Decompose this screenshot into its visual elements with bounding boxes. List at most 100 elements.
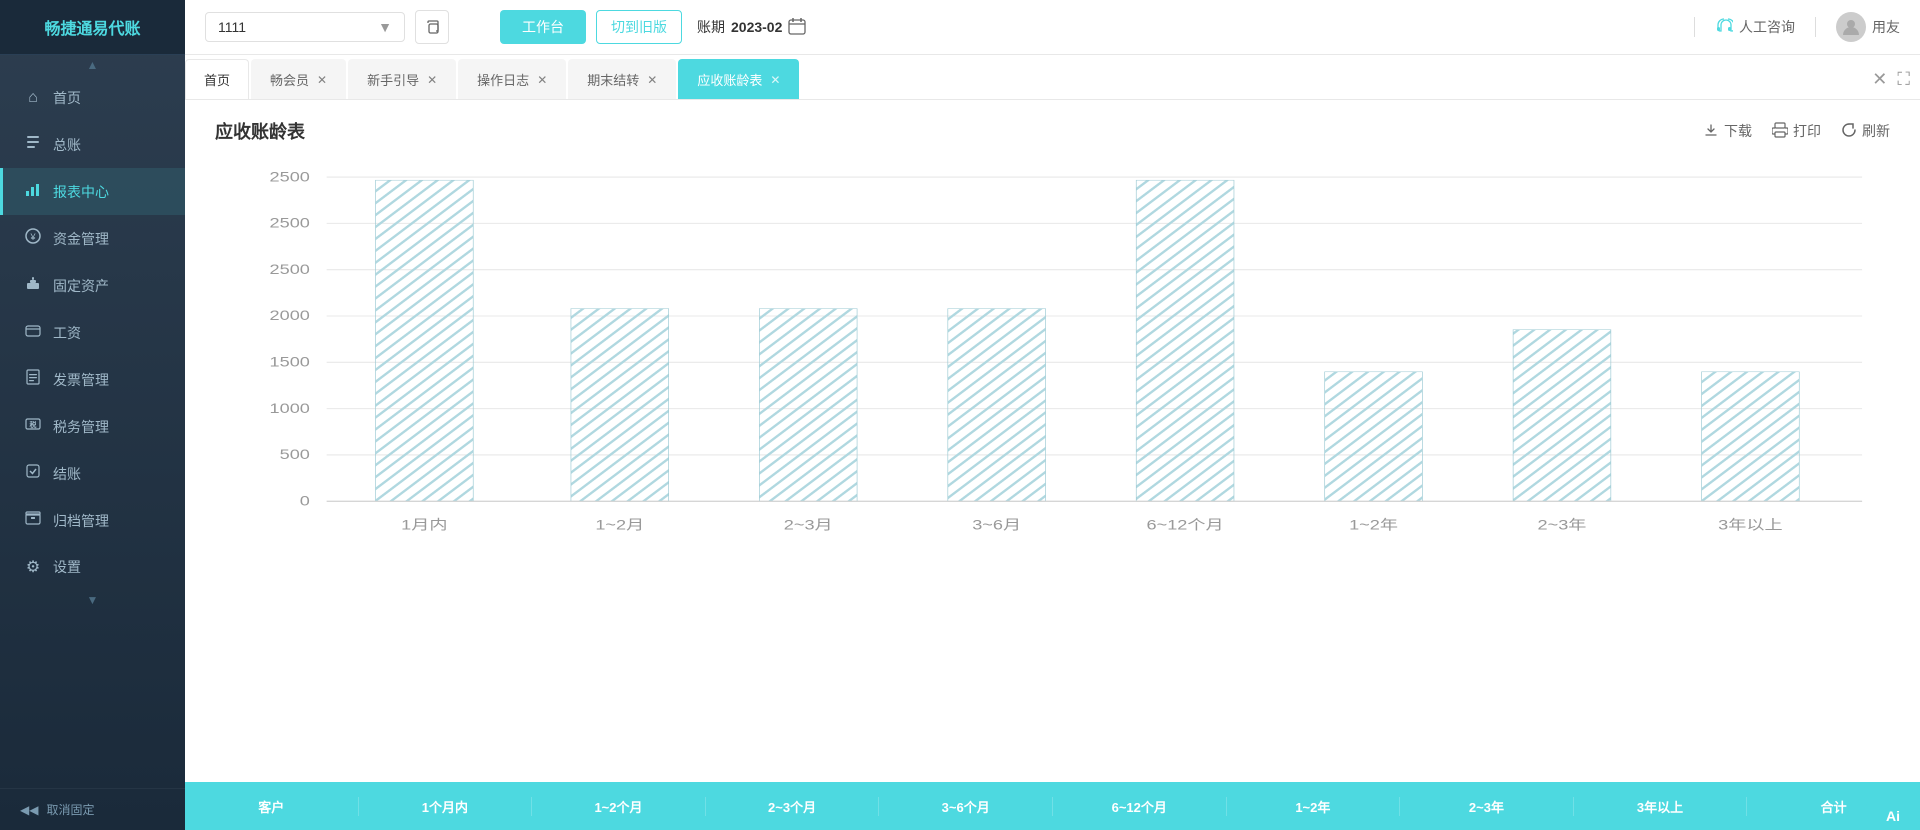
tab-period-end[interactable]: 期末结转 ✕ (568, 59, 676, 99)
svg-text:2~3年: 2~3年 (1538, 518, 1587, 533)
user-avatar (1836, 12, 1866, 42)
period-label: 账期 (697, 17, 725, 37)
page-title: 应收账龄表 (215, 118, 305, 144)
sidebar-item-settings[interactable]: ⚙ 设置 (0, 544, 185, 590)
settings-icon: ⚙ (23, 557, 43, 577)
col-1month: 1个月内 (359, 797, 533, 816)
col-3year-plus: 3年以上 (1574, 797, 1748, 816)
scroll-up-arrow[interactable]: ▲ (0, 55, 185, 75)
tab-aging[interactable]: 应收账龄表 ✕ (678, 59, 799, 99)
cancel-fixed-label: 取消固定 (46, 801, 94, 818)
download-label: 下载 (1724, 121, 1752, 141)
svg-text:2500: 2500 (270, 216, 310, 231)
sidebar-item-home[interactable]: ⌂ 首页 (0, 75, 185, 121)
tab-bar: 首页 畅会员 ✕ 新手引导 ✕ 操作日志 ✕ 期末结转 ✕ 应收账龄表 ✕ ✕ … (185, 55, 1920, 100)
sidebar-item-tax[interactable]: 税 税务管理 (0, 403, 185, 450)
refresh-icon (1841, 122, 1857, 141)
reports-icon (23, 181, 43, 202)
scroll-down-arrow[interactable]: ▼ (0, 590, 185, 610)
divider (1694, 17, 1695, 37)
sidebar-logo: 畅捷通易代账 (0, 0, 185, 55)
svg-text:1500: 1500 (270, 355, 310, 370)
svg-text:3年以上: 3年以上 (1718, 518, 1783, 533)
sidebar-item-invoice[interactable]: 发票管理 (0, 356, 185, 403)
print-icon (1772, 122, 1788, 141)
sidebar-item-label: 总账 (53, 135, 81, 155)
sidebar-item-salary[interactable]: 工资 (0, 309, 185, 356)
tab-label: 期末结转 (587, 70, 639, 89)
col-3-6month: 3~6个月 (879, 797, 1053, 816)
period-selector: 账期 2023-02 (697, 17, 806, 38)
company-selector: 1111 ▼ (205, 10, 485, 44)
aging-chart: 2500 2500 2500 2000 1500 1000 500 0 (215, 156, 1890, 556)
tax-icon: 税 (23, 416, 43, 437)
sidebar-item-funds[interactable]: ¥ 资金管理 (0, 215, 185, 262)
content-area: 应收账龄表 下载 (185, 100, 1920, 830)
tab-log[interactable]: 操作日志 ✕ (458, 59, 566, 99)
user-menu[interactable]: 用友 (1836, 12, 1900, 42)
main-area: 1111 ▼ 工作台 切到旧版 账期 2023-02 (185, 0, 1920, 830)
header-right: 人工咨询 用友 (1694, 12, 1900, 42)
tab-home[interactable]: 首页 (185, 59, 249, 99)
sidebar-nav: ▲ ⌂ 首页 总账 报表中心 ¥ 资金管理 固定资产 (0, 55, 185, 788)
sidebar-item-label: 归档管理 (53, 511, 109, 531)
tab-member[interactable]: 畅会员 ✕ (251, 59, 346, 99)
unpin-icon: ◀◀ (20, 803, 38, 817)
tab-close-icon[interactable]: ✕ (647, 73, 657, 87)
sidebar-item-ledger[interactable]: 总账 (0, 121, 185, 168)
archive-icon (23, 510, 43, 531)
maximize-tab-btn[interactable]: ⛶ (1897, 69, 1910, 90)
headset-icon (1715, 17, 1733, 38)
assets-icon (23, 275, 43, 296)
company-dropdown[interactable]: 1111 ▼ (205, 12, 405, 42)
page-header: 应收账龄表 下载 (185, 100, 1920, 156)
svg-text:0: 0 (300, 494, 310, 509)
calendar-icon[interactable] (788, 17, 806, 38)
sidebar-item-reports[interactable]: 报表中心 (0, 168, 185, 215)
tab-close-icon[interactable]: ✕ (537, 73, 547, 87)
refresh-button[interactable]: 刷新 (1841, 121, 1890, 141)
tab-label: 应收账龄表 (697, 70, 762, 89)
download-button[interactable]: 下载 (1703, 121, 1752, 141)
cancel-fixed-btn[interactable]: ◀◀ 取消固定 (0, 788, 185, 830)
page-actions: 下载 打印 (1703, 121, 1890, 141)
consult-button[interactable]: 人工咨询 (1715, 17, 1795, 38)
close-tab-btn[interactable]: ✕ (1872, 69, 1887, 90)
tab-guide[interactable]: 新手引导 ✕ (348, 59, 456, 99)
svg-text:税: 税 (30, 420, 37, 429)
ai-label: Ai (1886, 808, 1900, 824)
switch-version-button[interactable]: 切到旧版 (596, 10, 682, 44)
copy-button[interactable] (415, 10, 449, 44)
tab-label: 首页 (204, 70, 230, 89)
tab-close-icon[interactable]: ✕ (427, 73, 437, 87)
chart-container: 2500 2500 2500 2000 1500 1000 500 0 (185, 156, 1920, 782)
tab-close-icon[interactable]: ✕ (770, 73, 780, 87)
funds-icon: ¥ (23, 228, 43, 249)
svg-text:6~12个月: 6~12个月 (1147, 518, 1224, 533)
user-name: 用友 (1872, 17, 1900, 37)
company-name-text: 1111 (218, 19, 246, 35)
close-ledger-icon (23, 463, 43, 484)
ledger-icon (23, 134, 43, 155)
col-1-2year: 1~2年 (1227, 797, 1401, 816)
consult-label: 人工咨询 (1739, 17, 1795, 37)
ai-badge[interactable]: Ai (1866, 802, 1920, 830)
sidebar-item-label: 首页 (53, 88, 81, 108)
refresh-label: 刷新 (1862, 121, 1890, 141)
sidebar-item-label: 固定资产 (53, 276, 109, 296)
switch-label: 切到旧版 (611, 19, 667, 35)
col-customer: 客户 (185, 797, 359, 816)
sidebar-item-archive[interactable]: 归档管理 (0, 497, 185, 544)
sidebar-item-label: 结账 (53, 464, 81, 484)
svg-text:2500: 2500 (270, 262, 310, 277)
sidebar-item-close[interactable]: 结账 (0, 450, 185, 497)
sidebar-item-assets[interactable]: 固定资产 (0, 262, 185, 309)
svg-text:500: 500 (280, 447, 310, 462)
print-button[interactable]: 打印 (1772, 121, 1821, 141)
sidebar-item-label: 报表中心 (53, 182, 109, 202)
col-1-2month: 1~2个月 (532, 797, 706, 816)
copy-icon (424, 19, 440, 35)
tab-close-icon[interactable]: ✕ (317, 73, 327, 87)
workbench-button[interactable]: 工作台 (500, 10, 586, 44)
sidebar-item-label: 设置 (53, 557, 81, 577)
